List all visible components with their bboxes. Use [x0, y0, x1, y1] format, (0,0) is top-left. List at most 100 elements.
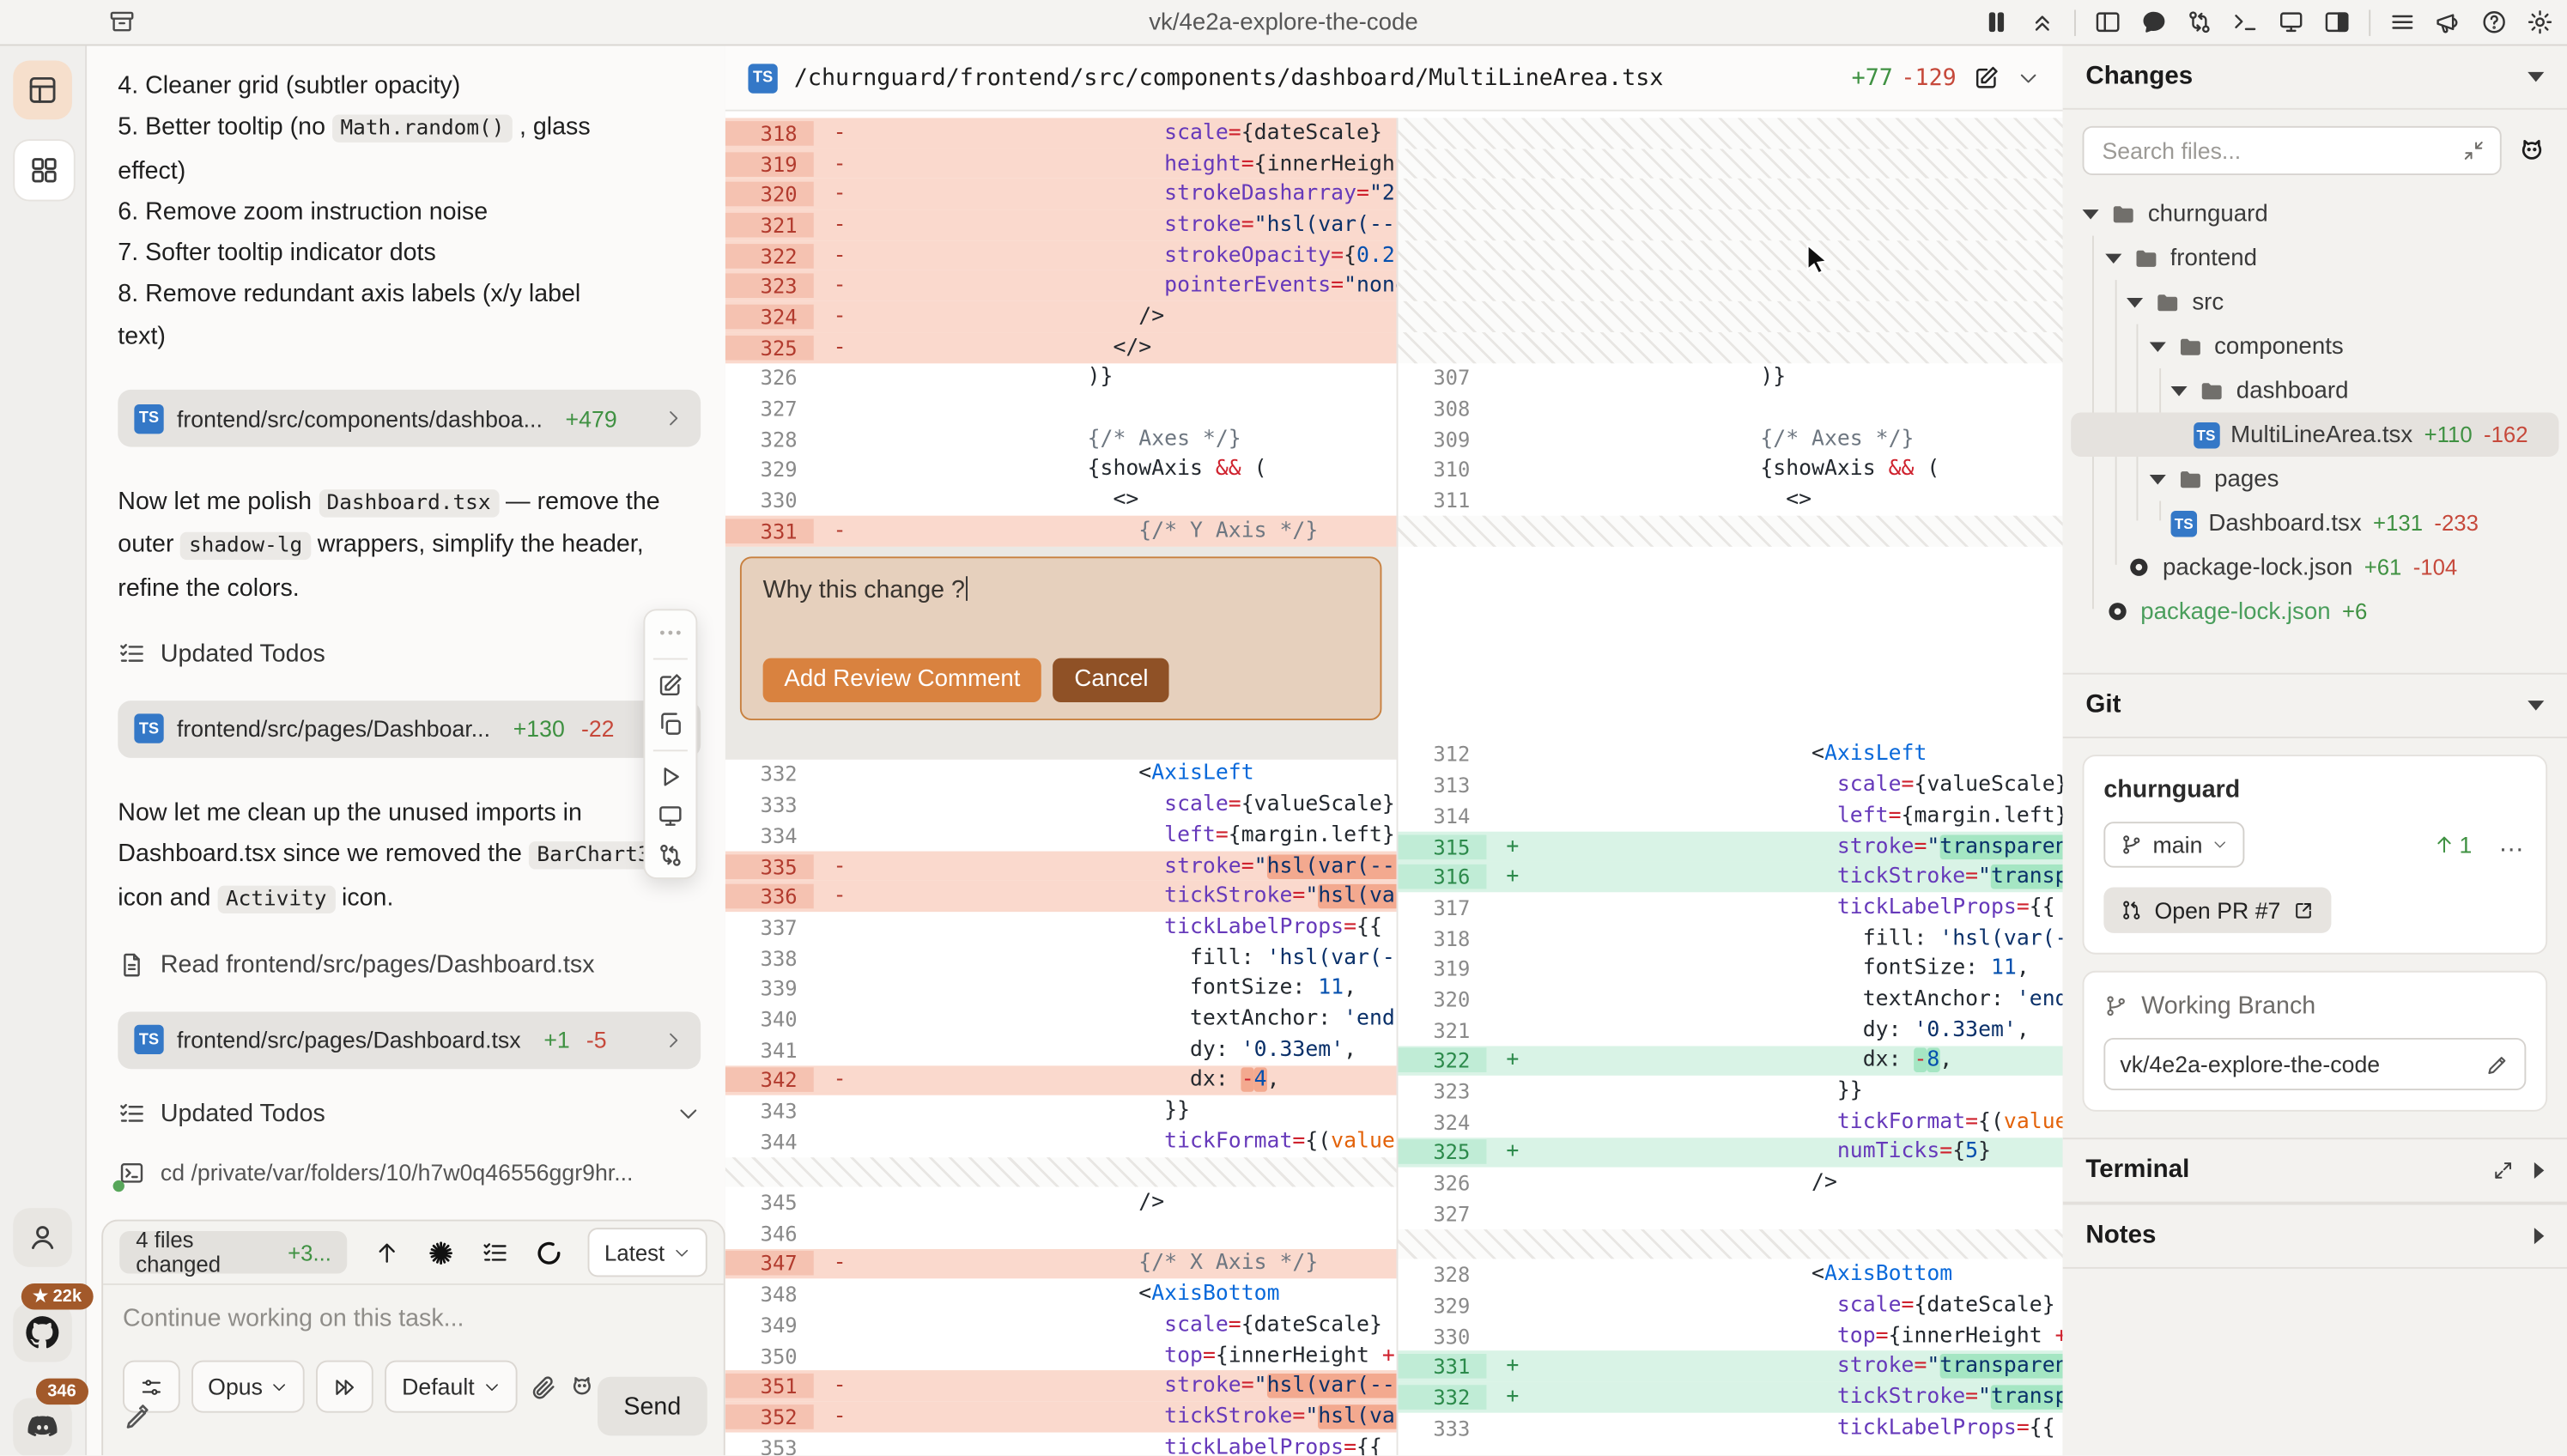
message-input[interactable]: Continue working on this task... [123, 1305, 704, 1332]
diff-line-new-319[interactable]: 319 fontSize: 11, [1398, 954, 2062, 985]
diff-line-old-320[interactable]: 320- strokeDasharray="2,4" [725, 179, 1397, 210]
diff-line-old-337[interactable]: 337 tickLabelProps={{ [725, 912, 1397, 943]
diff-line-new-309[interactable]: 309 {/* Axes */} [1398, 424, 2062, 455]
diff-line-new-332[interactable]: 332+ tickStroke="transparent" [1398, 1382, 2062, 1413]
menu-icon[interactable] [2388, 9, 2416, 36]
caret-down-icon[interactable] [2127, 297, 2143, 306]
diff-file-header[interactable]: TS /churnguard/frontend/src/components/d… [725, 46, 2063, 111]
diff-line-new-329[interactable]: 329 scale={dateScale} [1398, 1290, 2062, 1321]
chevron-down-icon[interactable] [2017, 66, 2040, 89]
diff-line-old-323[interactable]: 323- pointerEvents="none" [725, 270, 1397, 301]
marker-icon[interactable] [123, 1401, 154, 1432]
chat-icon[interactable] [2139, 9, 2167, 36]
diff-line-new-323[interactable]: 323 }} [1398, 1076, 2062, 1107]
open-pr-button[interactable]: Open PR #7 [2103, 888, 2331, 933]
terminal-icon[interactable] [2231, 9, 2259, 36]
cancel-button[interactable]: Cancel [1053, 658, 1170, 701]
arrow-up-icon[interactable] [374, 1239, 402, 1266]
comment-box[interactable]: Why this change ?Add Review CommentCance… [740, 556, 1382, 720]
diff-line-old-329[interactable]: 329 {showAxis && ( [725, 454, 1397, 485]
pencil-icon[interactable] [2485, 1052, 2510, 1077]
diff-line-old-319[interactable]: 319- height={innerHeight} [725, 149, 1397, 179]
caret-down-icon[interactable] [2149, 342, 2165, 351]
caret-down-icon[interactable] [2171, 385, 2188, 395]
diff-line-old-341[interactable]: 341 dy: '0.33em', [725, 1034, 1397, 1065]
changes-section-header[interactable]: Changes [2063, 46, 2567, 109]
diff-line-old-330[interactable]: 330 <> [725, 485, 1397, 516]
account-button[interactable] [13, 1208, 72, 1267]
diff-line-old-342[interactable]: 342- dx: -4, [725, 1065, 1397, 1095]
announcements-icon[interactable] [2435, 9, 2462, 36]
model-select[interactable]: Opus [191, 1361, 305, 1413]
panel-right-icon[interactable] [2323, 9, 2351, 36]
add-review-comment-button[interactable]: Add Review Comment [763, 658, 1042, 701]
settings-icon[interactable] [2526, 9, 2553, 36]
chevron-down-icon[interactable] [677, 1101, 701, 1126]
tree-item-package-lock-json[interactable]: package-lock.json+6 [2063, 589, 2567, 633]
diff-line-old-326[interactable]: 326 )} [725, 362, 1397, 393]
diff-line-old-345[interactable]: 345 /> [725, 1187, 1397, 1218]
diff-line-new-312[interactable]: 312 <AxisLeft [1398, 739, 2062, 770]
file-search[interactable] [2083, 126, 2502, 175]
push-indicator[interactable]: 1 [2433, 832, 2472, 858]
tree-item-src[interactable]: src [2063, 280, 2567, 324]
diff-line-old-327[interactable]: 327 [725, 393, 1397, 424]
search-input[interactable] [2099, 136, 2462, 165]
collapse-all-icon[interactable] [2029, 9, 2056, 36]
file-change-chip[interactable]: TSfrontend/src/pages/Dashboar...+130-22 [118, 701, 701, 758]
diff-line-new-331[interactable]: 331+ stroke="transparent" [1398, 1351, 2062, 1382]
diff-line-old-332[interactable]: 332 <AxisLeft [725, 759, 1397, 790]
todo-update-row[interactable]: Updated Todos [118, 640, 701, 668]
git-compare-icon[interactable] [657, 841, 684, 869]
help-icon[interactable] [2480, 9, 2508, 36]
edit-file-icon[interactable] [1973, 64, 2000, 91]
diff-line-new-307[interactable]: 307 )} [1398, 362, 2062, 393]
diff-line-old-324[interactable]: 324- /> [725, 301, 1397, 332]
diff-line-new-321[interactable]: 321 dy: '0.33em', [1398, 1015, 2062, 1046]
version-select[interactable]: Latest [588, 1228, 707, 1277]
diff-line-old-352[interactable]: 352- tickStroke="hsl(var(--bo [725, 1401, 1397, 1432]
git-compare-icon[interactable] [2186, 9, 2213, 36]
tree-item-dashboard-tsx[interactable]: TSDashboard.tsx+131-233 [2063, 501, 2567, 545]
notes-section-header[interactable]: Notes [2063, 1204, 2567, 1269]
caret-down-icon[interactable] [2083, 209, 2099, 218]
diff-line-old-328[interactable]: 328 {/* Axes */} [725, 424, 1397, 455]
more-options-button[interactable]: … [2498, 830, 2526, 859]
copy-icon[interactable] [657, 711, 684, 738]
diff-line-old-322[interactable]: 322- strokeOpacity={0.2} [725, 240, 1397, 271]
diff-line-old-353[interactable]: 353 tickLabelProps={{ [725, 1432, 1397, 1455]
read-file-row[interactable]: Read frontend/src/pages/Dashboard.tsx [118, 951, 701, 979]
todo-list-icon[interactable] [481, 1239, 508, 1266]
caret-down-icon[interactable] [2149, 474, 2165, 483]
expand-icon[interactable] [2491, 1159, 2515, 1182]
diff-line-new-326[interactable]: 326 /> [1398, 1168, 2062, 1198]
attachment-icon[interactable] [529, 1373, 556, 1400]
edit-icon[interactable] [657, 671, 684, 699]
skip-forward-button[interactable] [317, 1361, 374, 1413]
diff-line-old-349[interactable]: 349 scale={dateScale} [725, 1310, 1397, 1341]
file-change-chip[interactable]: TSfrontend/src/pages/Dashboard.tsx+1-5 [118, 1011, 701, 1069]
diff-line-new-333[interactable]: 333 tickLabelProps={{ [1398, 1412, 2062, 1443]
diff-line-new-314[interactable]: 314 left={margin.left} [1398, 800, 2062, 831]
base-branch-select[interactable]: main [2103, 822, 2245, 867]
diff-line-new-325[interactable]: 325+ numTicks={5} [1398, 1137, 2062, 1168]
file-change-chip[interactable]: TSfrontend/src/components/dashboa...+479 [118, 390, 701, 447]
diff-line-new-324[interactable]: 324 tickFormat={(value) => f [1398, 1107, 2062, 1138]
diff-line-old-346[interactable]: 346 [725, 1218, 1397, 1249]
diff-line-old-331[interactable]: 331- {/* Y Axis */} [725, 516, 1397, 547]
pause-icon[interactable] [1982, 9, 2010, 36]
github-button[interactable] [13, 1303, 72, 1362]
diff-line-new-327[interactable]: 327 [1398, 1198, 2062, 1229]
diff-line-new-316[interactable]: 316+ tickStroke="transparent" [1398, 862, 2062, 893]
diff-line-old-333[interactable]: 333 scale={valueScale} [725, 790, 1397, 821]
play-icon[interactable] [657, 763, 684, 791]
workspace-tab[interactable] [13, 139, 75, 201]
tree-item-multilinearea-tsx[interactable]: TSMultiLineArea.tsx+110-162 [2071, 413, 2558, 457]
tree-item-package-lock-json[interactable]: package-lock.json+61-104 [2063, 545, 2567, 589]
diff-line-old-348[interactable]: 348 <AxisBottom [725, 1279, 1397, 1310]
diff-line-old-344[interactable]: 344 tickFormat={(value) => f [725, 1126, 1397, 1157]
workspace-tab-active[interactable] [13, 61, 72, 120]
todo-update-row[interactable]: Updated Todos [118, 1100, 701, 1127]
tree-item-churnguard[interactable]: churnguard [2063, 191, 2567, 235]
burst-icon[interactable] [428, 1239, 455, 1266]
